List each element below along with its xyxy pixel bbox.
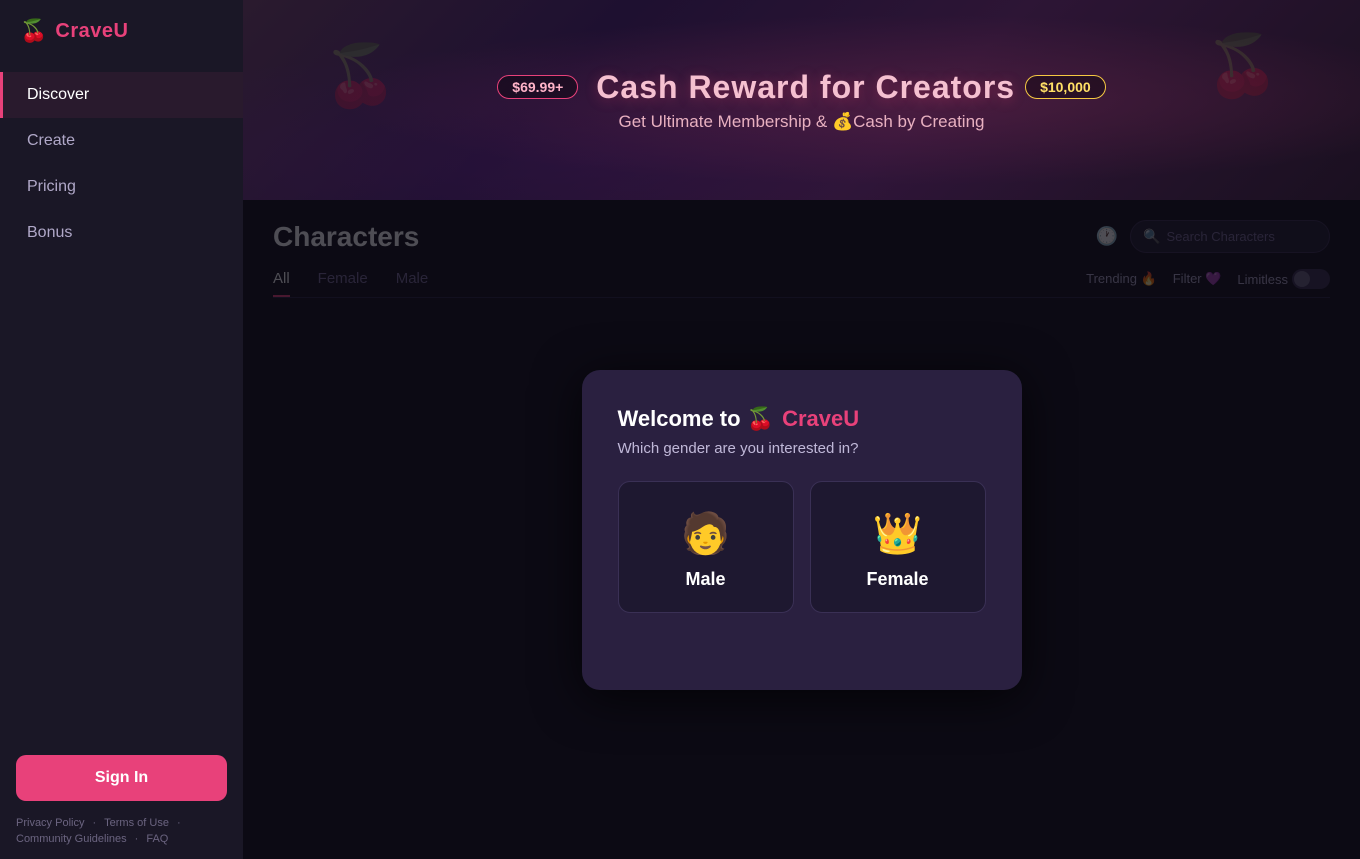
banner-title: Cash Reward for Creators: [596, 69, 1015, 106]
sidebar-item-discover[interactable]: Discover: [0, 72, 243, 118]
banner: 🍒 $69.99+ Cash Reward for Creators $10,0…: [243, 0, 1360, 200]
female-label: Female: [866, 569, 928, 590]
sidebar: 🍒 CraveU Discover Create Pricing Bonus S…: [0, 0, 243, 859]
modal-title: Welcome to 🍒 CraveU: [618, 406, 860, 432]
modal-options: 🧑 Male 👑 Female: [618, 481, 986, 613]
banner-subtitle: Get Ultimate Membership & 💰Cash by Creat…: [497, 112, 1105, 132]
sidebar-footer: Sign In Privacy Policy · Terms of Use · …: [0, 735, 243, 859]
logo[interactable]: 🍒 CraveU: [0, 0, 243, 62]
terms-link[interactable]: Terms of Use: [104, 817, 169, 829]
banner-badge2: $10,000: [1025, 75, 1106, 99]
sign-in-button[interactable]: Sign In: [16, 755, 227, 801]
modal-title-prefix: Welcome to 🍒: [618, 406, 775, 432]
male-emoji: 🧑: [681, 510, 731, 557]
sidebar-item-pricing[interactable]: Pricing: [0, 164, 243, 210]
modal-subtitle: Which gender are you interested in?: [618, 440, 859, 457]
male-label: Male: [685, 569, 725, 590]
privacy-link[interactable]: Privacy Policy: [16, 817, 84, 829]
sidebar-item-create[interactable]: Create: [0, 118, 243, 164]
female-emoji: 👑: [873, 510, 923, 557]
sidebar-nav: Discover Create Pricing Bonus: [0, 62, 243, 735]
content-area: Characters 🕐 🔍 Search Characters All Fem…: [243, 200, 1360, 859]
logo-icon: 🍒: [20, 18, 47, 44]
footer-links: Privacy Policy · Terms of Use · Communit…: [16, 813, 227, 849]
community-link[interactable]: Community Guidelines: [16, 833, 127, 845]
modal-overlay[interactable]: Welcome to 🍒 CraveU Which gender are you…: [243, 200, 1360, 859]
modal-option-male[interactable]: 🧑 Male: [618, 481, 794, 613]
banner-deco-left: 🍒: [323, 40, 398, 111]
banner-content: $69.99+ Cash Reward for Creators $10,000…: [497, 69, 1105, 132]
banner-badge1: $69.99+: [497, 75, 578, 99]
modal-title-brand: CraveU: [782, 406, 859, 432]
gender-modal: Welcome to 🍒 CraveU Which gender are you…: [582, 370, 1022, 690]
modal-option-female[interactable]: 👑 Female: [810, 481, 986, 613]
faq-link[interactable]: FAQ: [146, 833, 168, 845]
main-content: 🍒 $69.99+ Cash Reward for Creators $10,0…: [243, 0, 1360, 859]
banner-deco-right: 🍒: [1205, 30, 1280, 101]
logo-text: CraveU: [55, 20, 128, 43]
sidebar-item-bonus[interactable]: Bonus: [0, 210, 243, 256]
